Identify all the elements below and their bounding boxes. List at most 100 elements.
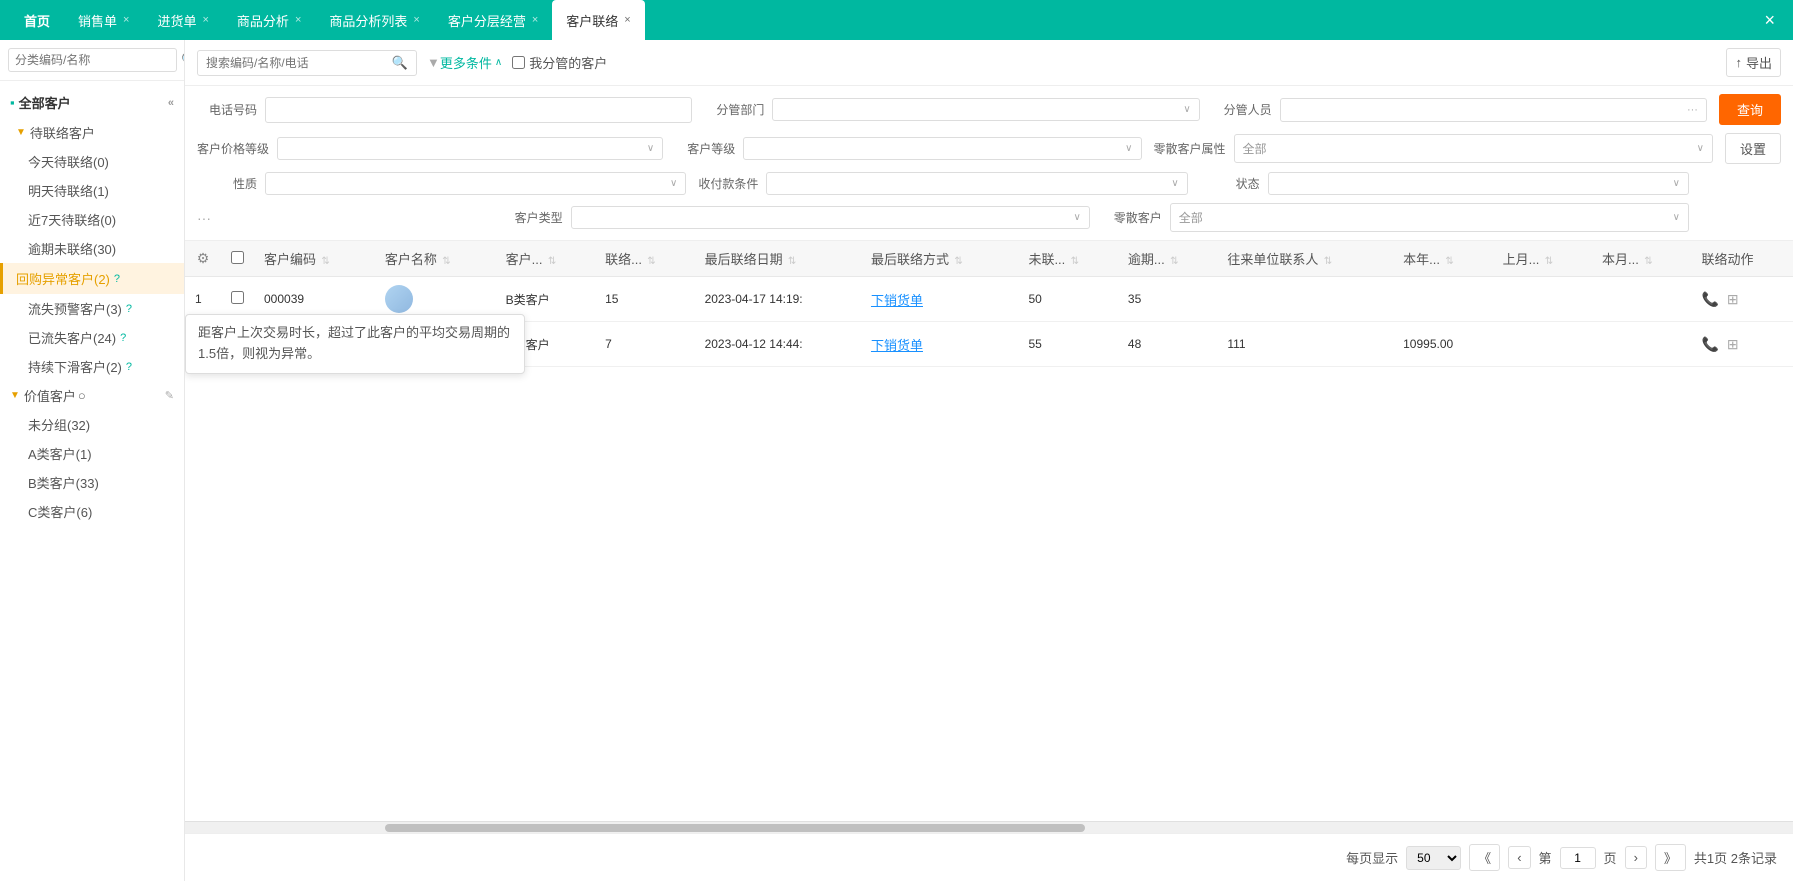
sidebar-class-b[interactable]: B类客户(33) (0, 468, 184, 497)
sidebar-pending-group[interactable]: ▼ 待联络客户 (0, 118, 184, 147)
tab-analysis[interactable]: 商品分析 × (223, 0, 315, 40)
tab-customer-contact-close[interactable]: × (624, 14, 630, 26)
td-last-method-1[interactable]: 下销货单 (861, 277, 1018, 322)
filter-level-select[interactable]: ∨ (743, 137, 1141, 160)
th-name-sort[interactable]: ⇅ (442, 256, 450, 267)
sidebar-item-today[interactable]: 今天待联络(0) (0, 147, 184, 176)
scrollbar-thumb[interactable] (385, 824, 1085, 832)
sidebar-value-group-edit[interactable]: ○ (78, 388, 86, 403)
table-settings-icon[interactable]: ⚙ (197, 250, 210, 266)
next-page-btn[interactable]: › (1625, 846, 1647, 869)
sidebar-search-input[interactable] (8, 48, 177, 72)
action-more-icon-1[interactable]: ⊞ (1727, 291, 1739, 308)
filter-gender-select[interactable]: ∨ (265, 172, 686, 195)
filter-phone-input[interactable] (265, 97, 692, 123)
action-call-icon-2[interactable]: 📞 (1701, 336, 1718, 353)
filter-dept-select[interactable]: ∨ (772, 98, 1199, 121)
sidebar-value-group-label: 价值客户 (24, 386, 76, 405)
th-last-method-sort[interactable]: ⇅ (954, 256, 962, 267)
td-last-method-link-1[interactable]: 下销货单 (871, 293, 923, 308)
filter-retail-attr-arrow: ∨ (1697, 143, 1704, 154)
action-call-icon-1[interactable]: 📞 (1701, 291, 1718, 308)
sidebar-already-lost[interactable]: 已流失客户(24) ? (0, 323, 184, 352)
filter-status-label: 状态 (1200, 175, 1260, 192)
select-all-checkbox[interactable] (231, 251, 244, 264)
th-checkbox[interactable] (221, 241, 254, 277)
tab-customer-seg[interactable]: 客户分层经营 × (434, 0, 552, 40)
filter-manager-select[interactable]: ··· (1280, 98, 1707, 122)
sidebar-item-tomorrow[interactable]: 明天待联络(1) (0, 176, 184, 205)
sidebar-declining-help-icon[interactable]: ? (126, 361, 132, 373)
th-last-month: 上月... ⇅ (1493, 241, 1592, 277)
my-customers-checkbox[interactable] (512, 56, 525, 69)
tab-purchase-close[interactable]: × (202, 14, 208, 26)
th-name: 客户名称 ⇅ (375, 241, 496, 277)
th-this-month-sort[interactable]: ⇅ (1644, 256, 1652, 267)
th-contact-sort[interactable]: ⇅ (647, 256, 655, 267)
filter-price-select[interactable]: ∨ (277, 137, 663, 160)
sidebar-item-overdue[interactable]: 逾期未联络(30) (0, 234, 184, 263)
tab-customer-contact[interactable]: 客户联络 × (552, 0, 644, 40)
th-last-month-sort[interactable]: ⇅ (1545, 256, 1553, 267)
page-number-input[interactable] (1560, 847, 1596, 869)
filter-customer-type-select[interactable]: ∨ (571, 206, 1090, 229)
per-page-select[interactable]: 50 20 100 (1406, 846, 1461, 870)
sidebar-class-a[interactable]: A类客户(1) (0, 439, 184, 468)
filter-retail-customer-select[interactable]: 全部 ∨ (1170, 203, 1689, 232)
th-settings[interactable]: ⚙ (185, 241, 221, 277)
sidebar-value-group[interactable]: ▼ 价值客户 ○ ✎ (0, 381, 184, 410)
filter-dots[interactable]: ··· (197, 210, 211, 226)
sidebar-class-c[interactable]: C类客户(6) (0, 497, 184, 526)
settings-btn[interactable]: 设置 (1725, 133, 1781, 164)
th-category-sort[interactable]: ⇅ (548, 256, 556, 267)
sidebar-ungrouped[interactable]: 未分组(32) (0, 410, 184, 439)
sidebar-all-customers[interactable]: ▪ 全部客户 « (0, 87, 184, 118)
query-btn[interactable]: 查询 (1719, 94, 1781, 125)
row1-checkbox[interactable] (231, 291, 244, 304)
filter-row-3: 性质 ∨ 收付款条件 ∨ 状态 (197, 172, 1781, 195)
filter-retail-attr-select[interactable]: 全部 ∨ (1234, 134, 1713, 163)
th-code-sort[interactable]: ⇅ (321, 256, 329, 267)
tab-sales-close[interactable]: × (123, 14, 129, 26)
sidebar-lost-warning[interactable]: 流失预警客户(3) ? (0, 294, 184, 323)
filter-manager-dots[interactable]: ··· (1687, 104, 1698, 116)
first-page-btn[interactable]: 《 (1469, 844, 1500, 871)
sidebar-declining[interactable]: 持续下滑客户(2) ? (0, 352, 184, 381)
sidebar-repurchase-help-icon[interactable]: ? (114, 273, 120, 285)
action-more-icon-2[interactable]: ⊞ (1727, 336, 1739, 353)
th-company-contact-sort[interactable]: ⇅ (1324, 256, 1332, 267)
td-last-method-link-2[interactable]: 下销货单 (871, 338, 923, 353)
tab-purchase[interactable]: 进货单 × (143, 0, 222, 40)
tab-customer-seg-close[interactable]: × (532, 14, 538, 26)
th-not-contacted-sort[interactable]: ⇅ (1071, 256, 1079, 267)
filter-status-select[interactable]: ∨ (1268, 172, 1689, 195)
sidebar-repurchase-abnormal[interactable]: 回购异常客户(2) ? (0, 263, 184, 294)
sidebar-collapse-btn[interactable]: « (168, 97, 174, 109)
export-btn[interactable]: ↑ 导出 (1726, 48, 1781, 77)
td-last-method-2[interactable]: 下销货单 (861, 322, 1018, 367)
tab-analysis-close[interactable]: × (295, 14, 301, 26)
tab-analysis-list[interactable]: 商品分析列表 × (315, 0, 433, 40)
filter-row-4: ··· 客户类型 ∨ 零散客户 全部 ∨ (197, 203, 1781, 232)
tooltip-text: 距客户上次交易时长，超过了此客户的平均交易周期的1.5倍，则视为异常。 (198, 325, 510, 361)
tab-home[interactable]: 首页 (10, 0, 64, 40)
th-this-year-sort[interactable]: ⇅ (1445, 256, 1453, 267)
more-conditions-btn[interactable]: ▼ 更多条件 ∧ (427, 53, 502, 72)
sidebar-item-7days[interactable]: 近7天待联络(0) (0, 205, 184, 234)
main-search-icon[interactable]: 🔍 (392, 55, 408, 71)
tab-analysis-list-close[interactable]: × (413, 14, 419, 26)
filter-payment-select[interactable]: ∨ (766, 172, 1187, 195)
tab-sales[interactable]: 销售单 × (64, 0, 143, 40)
th-overdue-sort[interactable]: ⇅ (1170, 256, 1178, 267)
sidebar-lost-warning-help-icon[interactable]: ? (126, 303, 132, 315)
sidebar-value-group-edit-icon[interactable]: ✎ (165, 389, 174, 402)
my-customers-filter[interactable]: 我分管的客户 (512, 53, 607, 72)
filter-manager-label: 分管人员 (1212, 101, 1272, 118)
th-last-date-sort[interactable]: ⇅ (788, 256, 796, 267)
close-window-btn[interactable]: × (1756, 10, 1783, 31)
sidebar-already-lost-help-icon[interactable]: ? (120, 332, 126, 344)
last-page-btn[interactable]: 》 (1655, 844, 1686, 871)
horizontal-scrollbar[interactable] (185, 821, 1793, 833)
main-search-input[interactable] (206, 56, 392, 70)
prev-page-btn[interactable]: ‹ (1508, 846, 1530, 869)
